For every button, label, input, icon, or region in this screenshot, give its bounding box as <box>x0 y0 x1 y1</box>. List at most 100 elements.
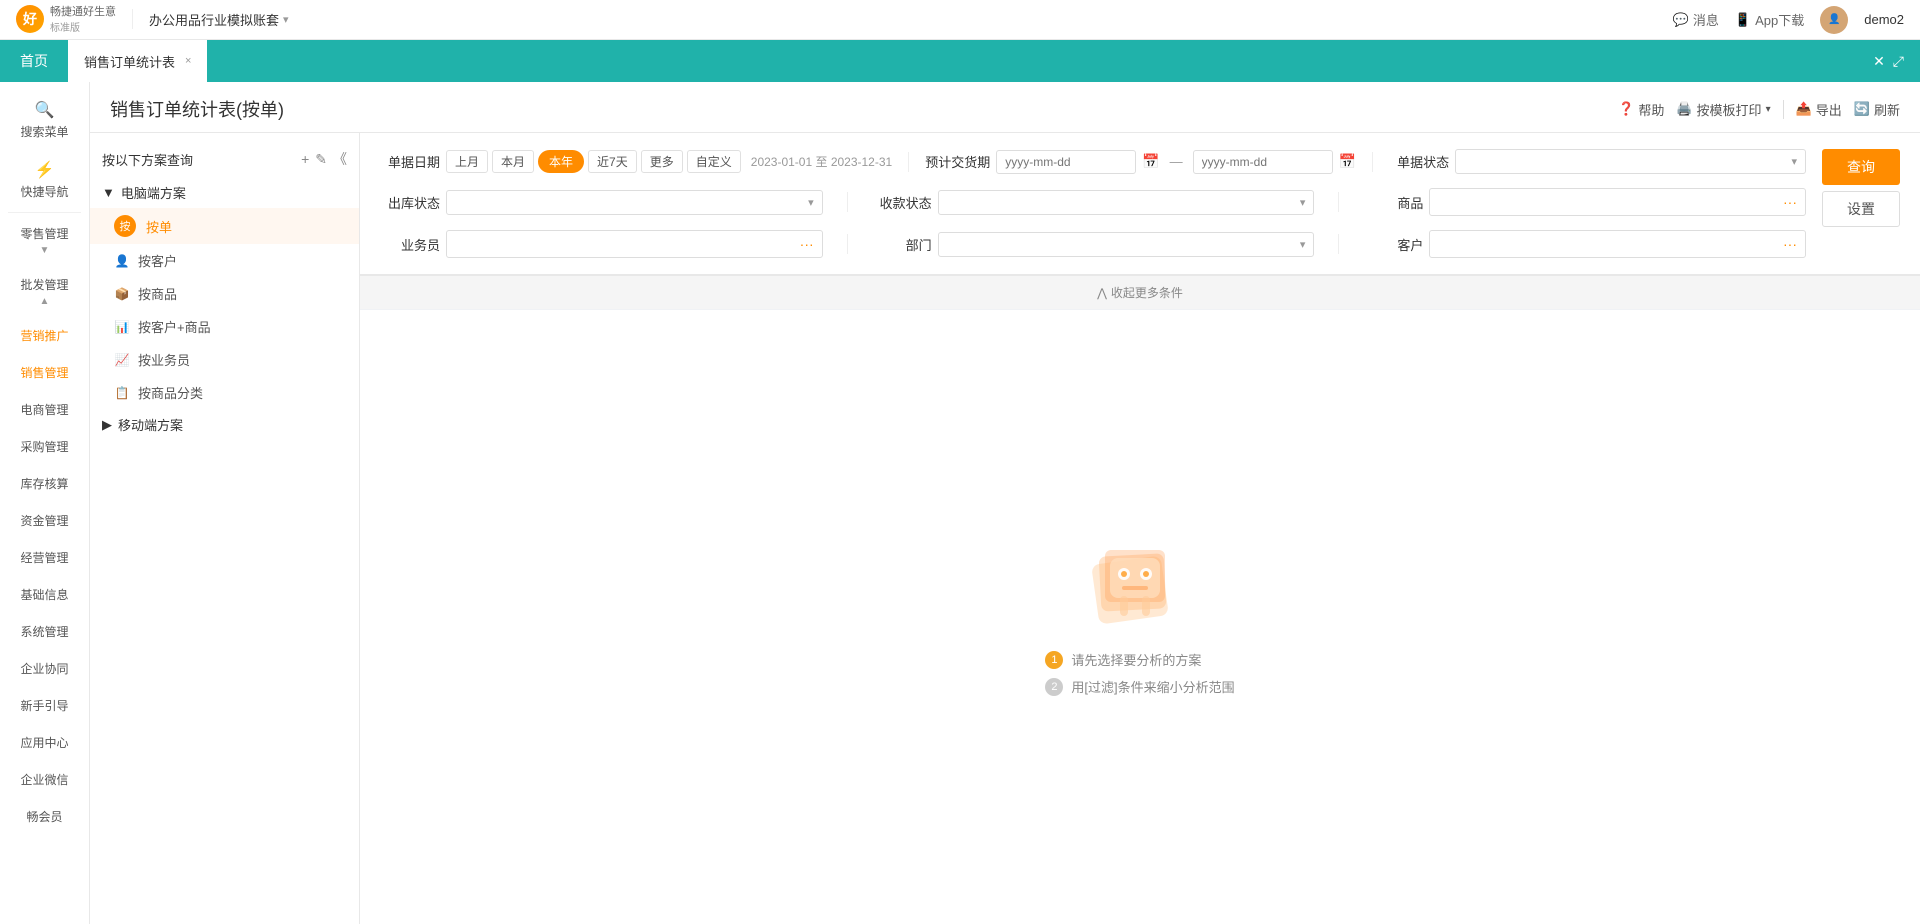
logo-area: 好 畅捷通好生意 标准版 <box>16 5 116 34</box>
add-scheme-btn[interactable]: + <box>301 151 309 167</box>
sidebar-item-wholesale[interactable]: 批发管理 ▲ <box>0 266 89 317</box>
tree-group-mobile[interactable]: ▶ 移动端方案 <box>90 409 359 440</box>
date-btn-lastmonth[interactable]: 上月 <box>446 150 488 173</box>
tree-item-by-salesperson[interactable]: 📈 按业务员 <box>90 343 359 376</box>
tree-group-pc-arrow: ▼ <box>102 185 115 200</box>
filter-row-3: 业务员 ··· 部门 <box>380 230 1806 258</box>
tree-item-by-order[interactable]: 按 按单 <box>90 208 359 244</box>
edit-scheme-btn[interactable]: ✎ <box>315 151 327 168</box>
out-status-group: 出库状态 ▾ <box>380 190 823 215</box>
dept-select[interactable]: ▾ <box>938 232 1315 257</box>
refresh-btn[interactable]: 🔄 刷新 <box>1854 100 1900 119</box>
collapse-panel-btn[interactable]: 《 <box>333 149 347 169</box>
tip-label-2: 用[过滤]条件来缩小分析范围 <box>1071 677 1234 696</box>
calendar-to-icon[interactable]: 📅 <box>1339 153 1356 170</box>
filter-row-2: 出库状态 ▾ 收款状态 <box>380 188 1806 216</box>
empty-text: 1 请先选择要分析的方案 2 用[过滤]条件来缩小分析范围 <box>1045 650 1234 704</box>
status-select[interactable]: ▾ <box>1455 149 1806 174</box>
sidebar-item-newuser[interactable]: 新手引导 <box>0 687 89 724</box>
settings-btn[interactable]: 设置 <box>1822 191 1900 227</box>
print-btn[interactable]: 🖨️ 按模板打印 ▾ <box>1676 100 1783 119</box>
pay-status-select[interactable]: ▾ <box>938 190 1315 215</box>
export-label: 导出 <box>1816 100 1842 119</box>
tab-close-btn[interactable]: × <box>185 55 191 67</box>
dept-arrow-icon: ▾ <box>1300 238 1306 251</box>
tree-item-by-customer[interactable]: 👤 按客户 <box>90 244 359 277</box>
tab-home[interactable]: 首页 <box>0 40 68 82</box>
sidebar-item-corp[interactable]: 企业协同 <box>0 650 89 687</box>
app-download-btn[interactable]: 📱 App下载 <box>1735 10 1804 29</box>
print-label: 按模板打印 <box>1697 100 1762 119</box>
sidebar-retail-label: 零售管理 <box>20 225 68 242</box>
sidebar-item-ecommerce[interactable]: 电商管理 <box>0 391 89 428</box>
retail-arrow-icon: ▼ <box>40 245 50 256</box>
tab-active[interactable]: 销售订单统计表 × <box>68 40 207 82</box>
export-btn[interactable]: 📤 导出 <box>1796 100 1842 119</box>
tree-group-pc[interactable]: ▼ 电脑端方案 <box>90 177 359 208</box>
panel-header: 按以下方案查询 + ✎ 《 <box>90 145 359 177</box>
tree-item-by-category[interactable]: 📋 按商品分类 <box>90 376 359 409</box>
date-btn-more[interactable]: 更多 <box>641 150 683 173</box>
sidebar-item-ops[interactable]: 经营管理 <box>0 539 89 576</box>
sidebar-item-appcenter[interactable]: 应用中心 <box>0 724 89 761</box>
tree-item-by-product[interactable]: 📦 按商品 <box>90 277 359 310</box>
tree-section-pc: ▼ 电脑端方案 按 按单 👤 按客户 📦 按商品 <box>90 177 359 409</box>
tree-section-mobile: ▶ 移动端方案 <box>90 409 359 440</box>
sidebar-finance-label: 资金管理 <box>20 512 68 529</box>
tab-close-window-icon[interactable]: ✕ <box>1873 53 1885 70</box>
top-bar-right: 💬 消息 📱 App下载 👤 demo2 <box>1673 6 1904 34</box>
date-btn-thisyear[interactable]: 本年 <box>538 150 584 173</box>
collapse-bar[interactable]: ⋀ 收起更多条件 <box>360 275 1920 309</box>
goods-select[interactable]: ··· <box>1429 188 1806 216</box>
date-to-input[interactable] <box>1193 150 1333 174</box>
sidebar-item-member[interactable]: 畅会员 <box>0 798 89 835</box>
username[interactable]: demo2 <box>1864 12 1904 27</box>
customer-more-icon[interactable]: ··· <box>1783 236 1797 252</box>
sidebar-item-search[interactable]: 🔍 搜索菜单 <box>0 90 89 150</box>
date-btn-custom[interactable]: 自定义 <box>687 150 741 173</box>
salesperson-select[interactable]: ··· <box>446 230 823 258</box>
tree-group-mobile-label: 移动端方案 <box>118 415 183 434</box>
goods-more-icon[interactable]: ··· <box>1783 194 1797 210</box>
tree-item-by-salesperson-label: 按业务员 <box>138 350 190 369</box>
dept-label: 部门 <box>872 235 932 254</box>
filter-v-divider3 <box>847 192 848 212</box>
query-btn[interactable]: 查询 <box>1822 149 1900 185</box>
sidebar-item-basic[interactable]: 基础信息 <box>0 576 89 613</box>
avatar[interactable]: 👤 <box>1820 6 1848 34</box>
company-dropdown-icon[interactable]: ▾ <box>283 13 289 26</box>
tree-item-by-cust-prod[interactable]: 📊 按客户+商品 <box>90 310 359 343</box>
message-btn[interactable]: 💬 消息 <box>1673 10 1719 29</box>
sidebar-item-inventory[interactable]: 库存核算 <box>0 465 89 502</box>
sidebar-basic-label: 基础信息 <box>20 586 68 603</box>
dept-group: 部门 ▾ <box>872 232 1315 257</box>
sidebar-item-quicknav[interactable]: ⚡ 快捷导航 <box>0 150 89 210</box>
sidebar-item-sales[interactable]: 销售管理 <box>0 354 89 391</box>
sidebar-item-retail[interactable]: 零售管理 ▼ <box>0 215 89 266</box>
tab-expand-icon[interactable]: ⤢ <box>1893 53 1904 70</box>
out-status-select[interactable]: ▾ <box>446 190 823 215</box>
date-separator: — <box>1170 154 1183 169</box>
date-from-input[interactable] <box>996 150 1136 174</box>
date-btn-thismonth[interactable]: 本月 <box>492 150 534 173</box>
expected-date-group: 预计交货期 📅 — 📅 <box>925 150 1356 174</box>
logo-icon: 好 <box>16 5 44 33</box>
tree-item-by-product-label: 按商品 <box>138 284 177 303</box>
filter-v-divider2 <box>1372 152 1373 172</box>
sidebar-item-corpwechat[interactable]: 企业微信 <box>0 761 89 798</box>
customer-select[interactable]: ··· <box>1429 230 1806 258</box>
sidebar-item-system[interactable]: 系统管理 <box>0 613 89 650</box>
sidebar-item-finance[interactable]: 资金管理 <box>0 502 89 539</box>
sidebar-search-label: 搜索菜单 <box>20 123 68 140</box>
calendar-from-icon[interactable]: 📅 <box>1142 153 1159 170</box>
salesperson-more-icon[interactable]: ··· <box>800 236 814 252</box>
category-icon: 📋 <box>114 385 130 401</box>
sidebar-corpwechat-label: 企业微信 <box>20 771 68 788</box>
sidebar-item-marketing[interactable]: 营销推广 <box>0 317 89 354</box>
sidebar-newuser-label: 新手引导 <box>20 697 68 714</box>
sidebar-item-purchase[interactable]: 采购管理 <box>0 428 89 465</box>
top-bar-title[interactable]: 办公用品行业模拟账套 ▾ <box>149 10 289 29</box>
date-btn-7days[interactable]: 近7天 <box>588 150 637 173</box>
help-btn[interactable]: ❓ 帮助 <box>1618 100 1664 119</box>
top-bar: 好 畅捷通好生意 标准版 办公用品行业模拟账套 ▾ 💬 消息 📱 App下载 👤… <box>0 0 1920 40</box>
